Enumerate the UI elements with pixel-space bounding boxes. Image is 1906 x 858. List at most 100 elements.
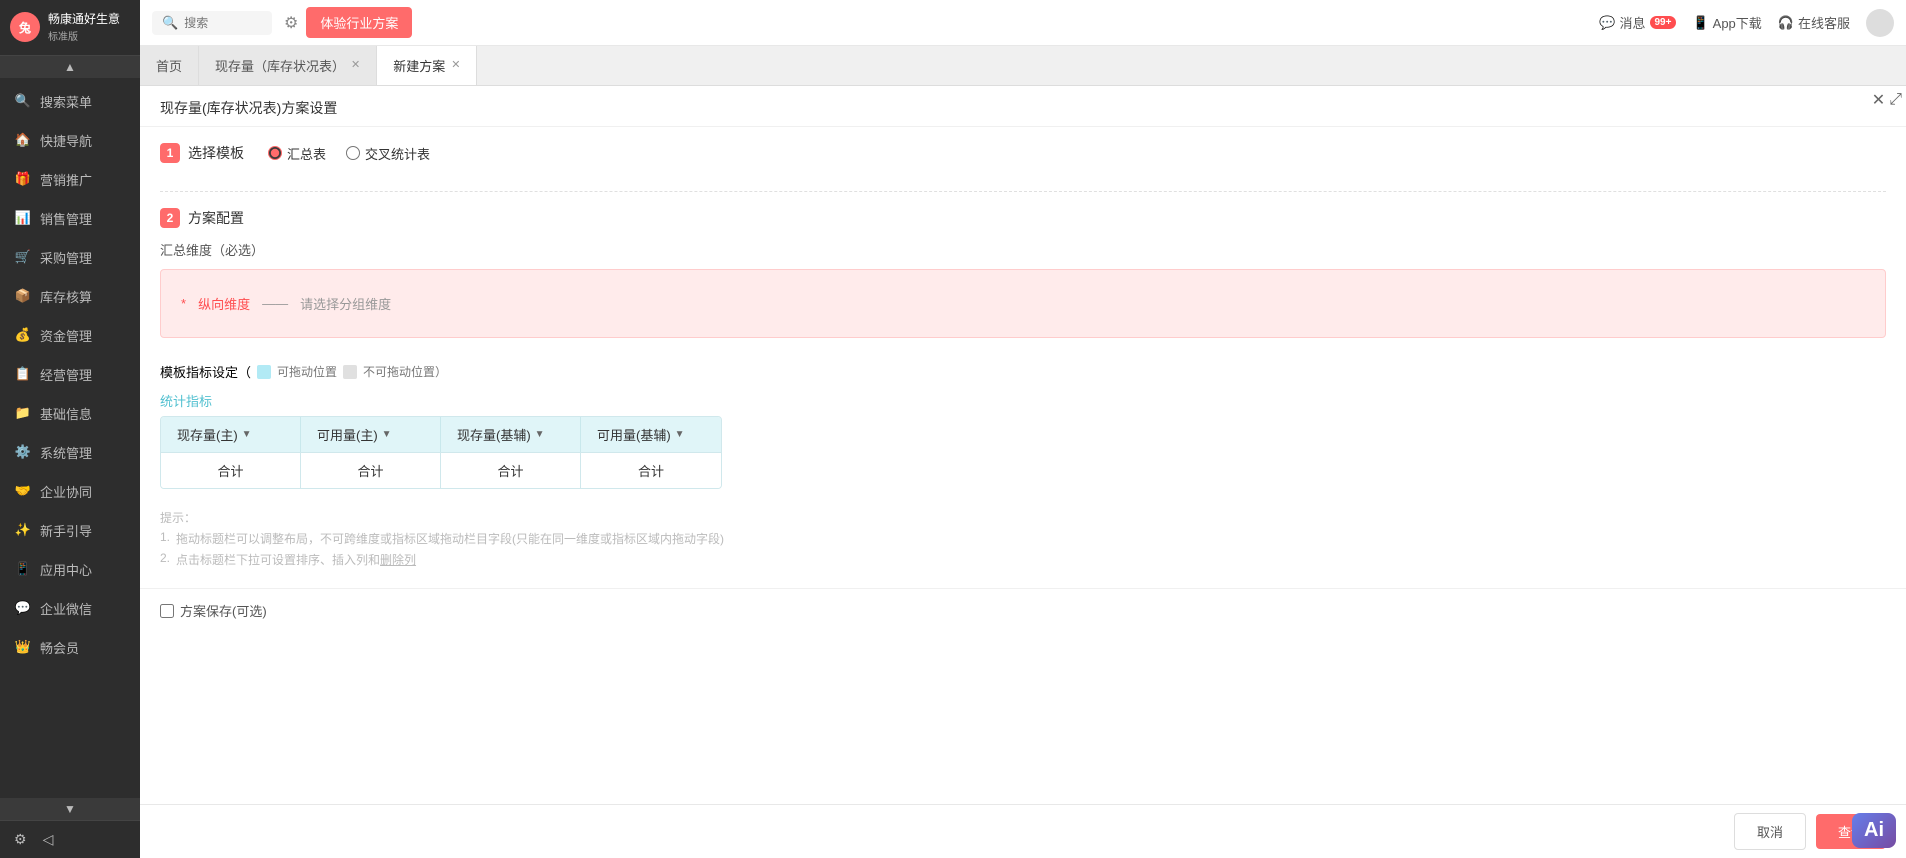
sidebar-nav: 🔍 搜索菜单 🏠 快捷导航 🎁 营销推广 📊 销售管理 🛒 采购管理 📦 库存核… — [0, 78, 140, 798]
table-data-cell-2: 合计 — [441, 453, 581, 488]
table-header-cell-3[interactable]: 可用量(基辅) ▼ — [581, 417, 721, 452]
step2-title: 方案配置 — [188, 208, 244, 228]
trial-button[interactable]: 体验行业方案 — [306, 7, 412, 38]
save-checkbox-label[interactable]: 方案保存(可选) — [180, 601, 267, 620]
template-radio-group: 汇总表 交叉统计表 — [268, 144, 430, 163]
sidebar-item-inventory[interactable]: 📦 库存核算 — [0, 277, 140, 316]
speaker-icon[interactable]: ◁ — [43, 831, 54, 848]
dimension-box[interactable]: * 纵向维度 —— 请选择分组维度 — [160, 269, 1886, 338]
table-data-row: 合计合计合计合计 — [161, 452, 721, 488]
online-service-item[interactable]: 🎧 在线客服 — [1778, 13, 1850, 32]
sidebar-basic-info-icon: 📁 — [14, 404, 32, 422]
sidebar-marketing-icon: 🎁 — [14, 170, 32, 188]
messages-label: 消息 — [1619, 13, 1645, 32]
col-3-chevron: ▼ — [675, 429, 685, 440]
tip-2-num: 2. — [160, 551, 170, 568]
sidebar-item-guide[interactable]: ✨ 新手引导 — [0, 511, 140, 550]
radio-summary-input[interactable] — [268, 146, 282, 160]
messages-item[interactable]: 💬 消息 99+ — [1599, 13, 1676, 32]
tab-home[interactable]: 首页 — [140, 46, 199, 85]
col-2-label: 现存量(基辅) — [457, 425, 531, 444]
sidebar-item-quick-nav[interactable]: 🏠 快捷导航 — [0, 121, 140, 160]
corner-buttons: ✕ ⤢ — [1872, 90, 1902, 110]
main-area: 🔍 ⚙ 体验行业方案 💬 消息 99+ 📱 App下载 🎧 在线客服 首页现存量… — [140, 0, 1906, 858]
tab-home-label: 首页 — [156, 56, 182, 75]
close-panel-button[interactable]: ✕ — [1872, 90, 1885, 110]
app-download-label: App下载 — [1713, 13, 1762, 32]
col-0-chevron: ▼ — [242, 429, 252, 440]
step1-section: 1 选择模板 汇总表 交叉统计表 — [140, 127, 1906, 191]
sidebar-item-operations[interactable]: 📋 经营管理 — [0, 355, 140, 394]
sidebar-wechat-icon: 💬 — [14, 599, 32, 617]
sidebar-item-system[interactable]: ⚙️ 系统管理 — [0, 433, 140, 472]
sidebar-sales-label: 销售管理 — [40, 209, 92, 228]
sidebar-purchase-icon: 🛒 — [14, 248, 32, 266]
table-header-cell-0[interactable]: 现存量(主) ▼ — [161, 417, 301, 452]
table-data-cell-1: 合计 — [301, 453, 441, 488]
tip-2-text: 点击标题栏下拉可设置排序、插入列和删除列 — [176, 551, 416, 568]
search-box: 🔍 — [152, 11, 272, 35]
user-avatar[interactable] — [1866, 9, 1894, 37]
sidebar-bottom: ⚙ ◁ — [0, 820, 140, 858]
sidebar-item-wechat[interactable]: 💬 企业微信 — [0, 589, 140, 628]
footer-bar: 取消 查询 — [140, 804, 1906, 858]
sidebar-quick-nav-icon: 🏠 — [14, 131, 32, 149]
sidebar-item-app-center[interactable]: 📱 应用中心 — [0, 550, 140, 589]
app-name: 畅康通好生意 — [48, 12, 120, 28]
logo-icon: 兔 — [10, 12, 40, 42]
sidebar-item-member[interactable]: 👑 畅会员 — [0, 628, 140, 667]
expand-panel-button[interactable]: ⤢ — [1889, 90, 1902, 110]
tab-new-plan[interactable]: 新建方案✕ — [377, 46, 477, 85]
cancel-button[interactable]: 取消 — [1734, 813, 1806, 850]
non-draggable-label: 不可拖动位置） — [363, 363, 447, 380]
sidebar-guide-icon: ✨ — [14, 521, 32, 539]
sidebar-item-purchase[interactable]: 🛒 采购管理 — [0, 238, 140, 277]
sidebar-inventory-label: 库存核算 — [40, 287, 92, 306]
tab-new-plan-close[interactable]: ✕ — [451, 60, 460, 71]
sidebar-item-enterprise[interactable]: 🤝 企业协同 — [0, 472, 140, 511]
draggable-hint: 模板指标设定（ 可拖动位置 不可拖动位置） — [160, 362, 1886, 381]
draggable-label: 可拖动位置 — [277, 363, 337, 380]
save-checkbox[interactable] — [160, 604, 174, 618]
sidebar-scroll-down[interactable]: ▼ — [0, 798, 140, 820]
app-download-item[interactable]: 📱 App下载 — [1692, 13, 1761, 32]
tab-inventory-status-label: 现存量（库存状况表） — [215, 56, 345, 75]
table-header-cell-1[interactable]: 可用量(主)▼ — [301, 417, 441, 452]
table-header-cell-2[interactable]: 现存量(基辅)▼ — [441, 417, 581, 452]
sidebar-item-sales[interactable]: 📊 销售管理 — [0, 199, 140, 238]
dim-placeholder-text[interactable]: 请选择分组维度 — [300, 294, 391, 313]
radio-cross-input[interactable] — [346, 146, 360, 160]
table-header-row: 现存量(主) ▼ 可用量(主)▼现存量(基辅)▼ 可用量(基辅) ▼ — [161, 417, 721, 452]
sidebar-scroll-up[interactable]: ▲ — [0, 56, 140, 78]
sidebar-wechat-label: 企业微信 — [40, 599, 92, 618]
tip-row-1: 1. 拖动标题栏可以调整布局，不可跨维度或指标区域拖动栏目字段(只能在同一维度或… — [160, 530, 1886, 547]
gear-icon[interactable]: ⚙ — [284, 13, 298, 33]
sidebar-item-marketing[interactable]: 🎁 营销推广 — [0, 160, 140, 199]
step2-section: 2 方案配置 汇总维度（必选） * 纵向维度 —— 请选择分组维度 — [140, 192, 1906, 354]
dim-required-mark: * — [181, 296, 186, 311]
tips-section: 提示： 1. 拖动标题栏可以调整布局，不可跨维度或指标区域拖动栏目字段(只能在同… — [140, 505, 1906, 588]
search-input[interactable] — [184, 16, 264, 30]
sidebar: 兔 畅康通好生意 标准版 ▲ 🔍 搜索菜单 🏠 快捷导航 🎁 营销推广 📊 销售… — [0, 0, 140, 858]
col-3-label: 可用量(基辅) — [597, 425, 671, 444]
sidebar-item-finance[interactable]: 💰 资金管理 — [0, 316, 140, 355]
radio-cross[interactable]: 交叉统计表 — [346, 144, 430, 163]
settings-icon[interactable]: ⚙ — [14, 831, 27, 848]
tab-inventory-status[interactable]: 现存量（库存状况表） ✕ — [199, 46, 377, 85]
sidebar-finance-label: 资金管理 — [40, 326, 92, 345]
sidebar-item-basic-info[interactable]: 📁 基础信息 — [0, 394, 140, 433]
radio-summary-label: 汇总表 — [287, 144, 326, 163]
draggable-color-hint — [257, 365, 271, 379]
sidebar-sales-icon: 📊 — [14, 209, 32, 227]
table-data-cell-0: 合计 — [161, 453, 301, 488]
col-0-label: 现存量(主) — [177, 425, 238, 444]
sidebar-item-search-menu[interactable]: 🔍 搜索菜单 — [0, 82, 140, 121]
sidebar-operations-label: 经营管理 — [40, 365, 92, 384]
radio-summary[interactable]: 汇总表 — [268, 144, 326, 163]
headset-icon: 🎧 — [1778, 15, 1794, 31]
tab-inventory-status-close[interactable]: ✕ — [351, 60, 360, 71]
save-row: 方案保存(可选) — [140, 588, 1906, 632]
indicator-label-text: 模板指标设定（ — [160, 362, 251, 381]
message-icon: 💬 — [1599, 15, 1615, 31]
ai-assistant-badge[interactable]: Ai — [1852, 813, 1896, 848]
